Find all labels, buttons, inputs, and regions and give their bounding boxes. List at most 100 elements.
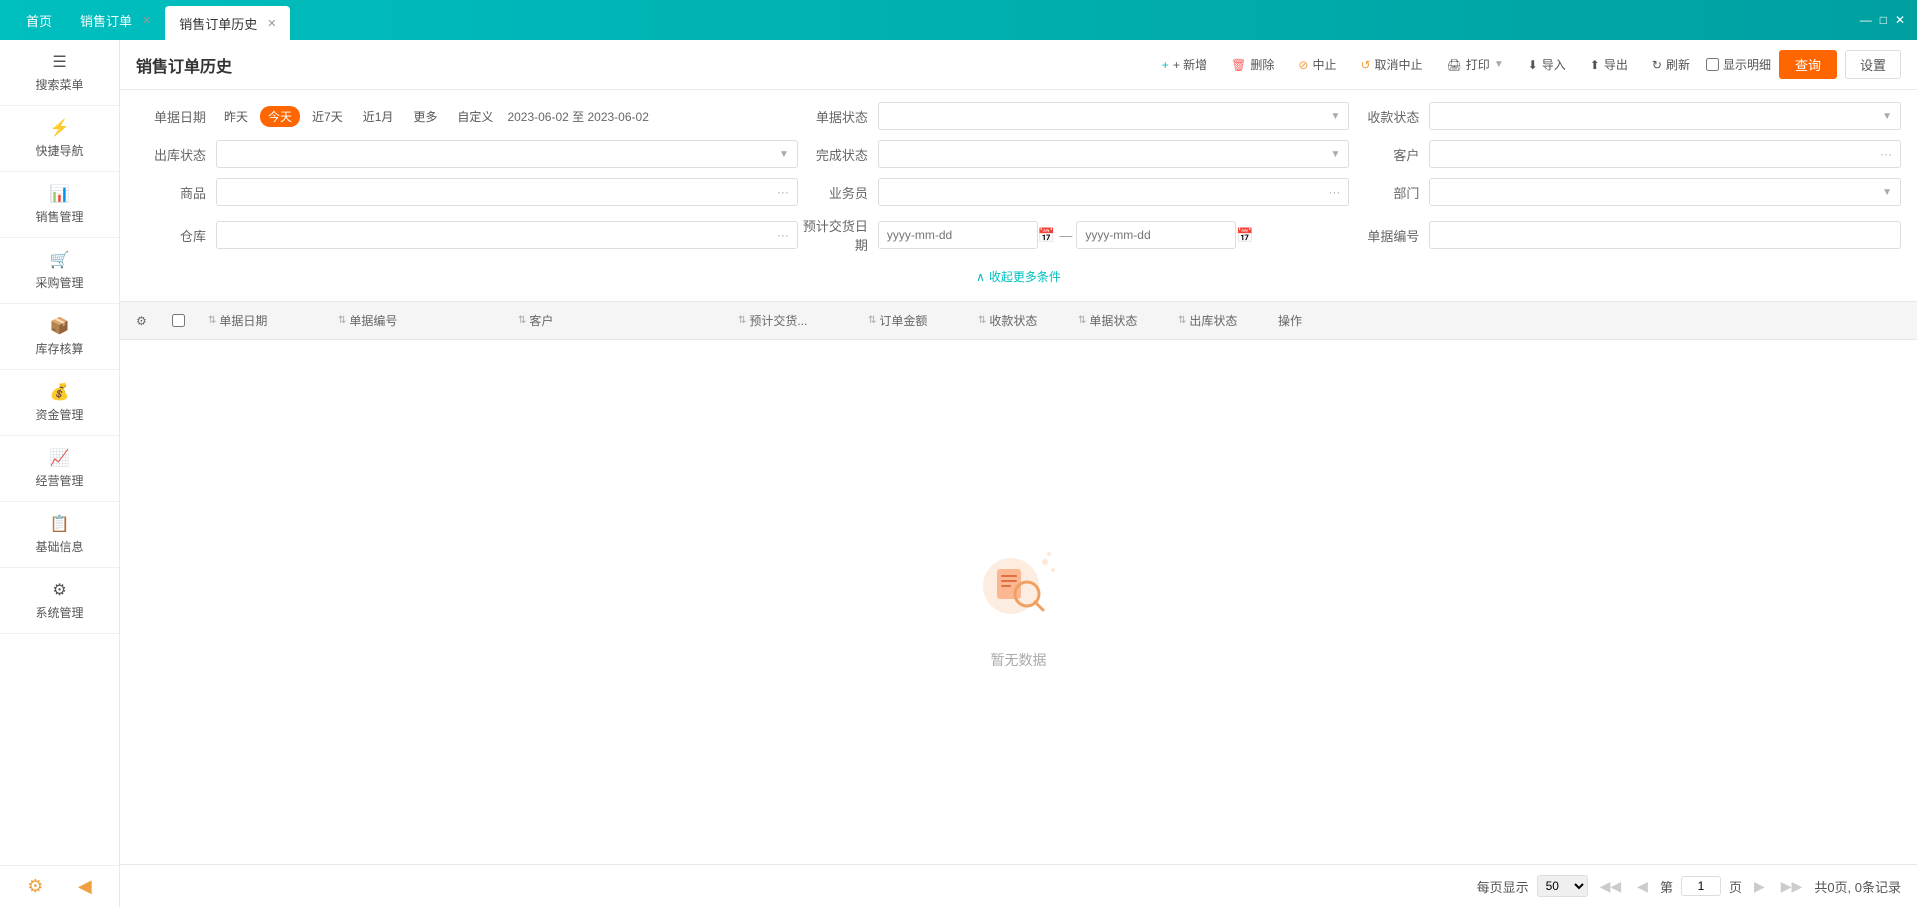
sidebar-item-operation[interactable]: 📈 经营管理	[0, 436, 119, 502]
customer-dots[interactable]: ···	[1880, 147, 1892, 161]
sidebar-item-purchase[interactable]: 🛒 采购管理	[0, 238, 119, 304]
th-delivery[interactable]: ⇅ 预计交货...	[730, 312, 860, 329]
collapse-label: 收起更多条件	[989, 268, 1061, 285]
sort-amount-icon: ⇅	[868, 315, 876, 326]
sidebar-settings-icon[interactable]: ⚙	[27, 876, 43, 897]
delivery-date-start[interactable]	[878, 221, 1038, 249]
purchase-icon: 🛒	[50, 250, 70, 270]
refresh-label: 刷新	[1666, 56, 1690, 73]
bill-number-input[interactable]	[1429, 221, 1901, 249]
page-number-input[interactable]	[1681, 876, 1721, 896]
goods-select[interactable]: ···	[216, 178, 798, 206]
search-menu-icon: ☰	[52, 52, 66, 72]
display-detail-toggle[interactable]: 显示明细	[1706, 56, 1771, 73]
th-stock-out[interactable]: ⇅ 出库状态	[1170, 312, 1270, 329]
th-date-label: 单据日期	[219, 312, 267, 329]
delete-icon: 🗑	[1231, 58, 1246, 72]
th-stock-label: 出库状态	[1189, 312, 1237, 329]
sidebar-item-quick[interactable]: ⚡ 快捷导航	[0, 106, 119, 172]
empty-text: 暂无数据	[991, 650, 1047, 670]
display-detail-checkbox[interactable]	[1706, 58, 1719, 71]
sidebar-item-system[interactable]: ⚙ 系统管理	[0, 568, 119, 634]
tab-sales-order-history-close[interactable]: ✕	[267, 17, 276, 30]
th-customer[interactable]: ⇅ 客户	[510, 312, 730, 329]
date-chips: 昨天 今天 近7天 近1月 更多 自定义	[216, 106, 501, 127]
date-chip-more[interactable]: 更多	[405, 106, 445, 127]
collapse-button[interactable]: ∧ 收起更多条件	[136, 264, 1901, 289]
stop-button[interactable]: ⊘ 中止	[1290, 52, 1344, 77]
customer-select[interactable]: ···	[1429, 140, 1901, 168]
print-label: 打印	[1466, 56, 1490, 73]
complete-select[interactable]: ▼	[878, 140, 1350, 168]
import-button[interactable]: ⬇ 导入	[1520, 52, 1574, 77]
page-header: 销售订单历史 + + 新增 🗑 删除 ⊘ 中止 ↺ 取消中止	[120, 40, 1917, 90]
refresh-button[interactable]: ↻ 刷新	[1644, 52, 1698, 77]
calendar-end-icon[interactable]: 📅	[1236, 227, 1253, 244]
select-all-checkbox[interactable]	[172, 314, 185, 327]
sidebar-item-basic[interactable]: 📋 基础信息	[0, 502, 119, 568]
last-page-button[interactable]: ▶▶	[1777, 876, 1807, 897]
refresh-icon: ↻	[1652, 58, 1662, 72]
stop-icon: ⊘	[1298, 58, 1308, 72]
department-group: 部门 ▼	[1349, 178, 1901, 206]
cancel-stop-button[interactable]: ↺ 取消中止	[1352, 52, 1430, 77]
per-page-label: 每页显示	[1477, 877, 1529, 896]
date-chip-7days[interactable]: 近7天	[304, 106, 351, 127]
calendar-start-icon[interactable]: 📅	[1038, 227, 1055, 244]
tab-sales-order-history[interactable]: 销售订单历史 ✕	[165, 6, 290, 40]
first-page-button[interactable]: ◀◀	[1596, 876, 1626, 897]
window-minimize[interactable]: —	[1860, 13, 1872, 27]
goods-dots[interactable]: ···	[777, 185, 789, 199]
department-select[interactable]: ▼	[1429, 178, 1901, 206]
sidebar-item-sales[interactable]: 📊 销售管理	[0, 172, 119, 238]
tab-sales-order-history-label: 销售订单历史	[179, 14, 257, 33]
th-amount[interactable]: ⇅ 订单金额	[860, 312, 970, 329]
next-page-button[interactable]: ▶	[1750, 876, 1769, 897]
date-chip-custom[interactable]: 自定义	[449, 106, 501, 127]
empty-illustration	[969, 534, 1069, 634]
query-button[interactable]: 查询	[1779, 50, 1837, 79]
window-close[interactable]: ✕	[1895, 13, 1905, 27]
bill-status-arrow: ▼	[1331, 111, 1341, 122]
warehouse-dots[interactable]: ···	[777, 228, 789, 242]
payment-status-select[interactable]: ▼	[1429, 102, 1901, 130]
bill-status-select[interactable]: ▼	[878, 102, 1350, 130]
page-label-suffix: 页	[1729, 877, 1742, 896]
window-maximize[interactable]: □	[1880, 13, 1887, 27]
date-chip-1month[interactable]: 近1月	[355, 106, 402, 127]
per-page-select[interactable]: 50 10 20 100	[1537, 875, 1588, 897]
th-number[interactable]: ⇅ 单据编号	[330, 312, 510, 329]
th-status[interactable]: ⇅ 单据状态	[1070, 312, 1170, 329]
sidebar-item-inventory[interactable]: 📦 库存核算	[0, 304, 119, 370]
settings-button[interactable]: 设置	[1845, 50, 1901, 79]
tab-sales-order[interactable]: 销售订单 ✕	[66, 0, 165, 40]
th-status-label: 单据状态	[1089, 312, 1137, 329]
delivery-date-end[interactable]	[1076, 221, 1236, 249]
salesperson-select[interactable]: ···	[878, 178, 1350, 206]
date-chip-today[interactable]: 今天	[260, 106, 300, 127]
new-button[interactable]: + + 新增	[1154, 52, 1215, 77]
empty-state: 暂无数据	[120, 340, 1917, 864]
sidebar-item-search[interactable]: ☰ 搜索菜单	[0, 40, 119, 106]
tab-home[interactable]: 首页	[12, 0, 66, 40]
th-payment[interactable]: ⇅ 收款状态	[970, 312, 1070, 329]
export-icon: ⬆	[1590, 58, 1600, 72]
sidebar-collapse-icon[interactable]: ◀	[78, 876, 92, 897]
tab-sales-order-close[interactable]: ✕	[142, 14, 151, 27]
th-settings[interactable]: ⚙	[128, 314, 164, 328]
prev-page-button[interactable]: ◀	[1633, 876, 1652, 897]
print-button[interactable]: 🖨 打印 ▼	[1439, 52, 1512, 77]
delete-button[interactable]: 🗑 删除	[1223, 52, 1282, 77]
date-chip-yesterday[interactable]: 昨天	[216, 106, 256, 127]
export-button[interactable]: ⬆ 导出	[1582, 52, 1636, 77]
salesperson-dots[interactable]: ···	[1328, 185, 1340, 199]
th-date[interactable]: ⇅ 单据日期	[200, 312, 330, 329]
sidebar-item-sales-label: 销售管理	[35, 208, 83, 225]
stock-out-select[interactable]: ▼	[216, 140, 798, 168]
sidebar-bottom: ⚙ ◀	[0, 865, 119, 907]
sidebar-item-finance[interactable]: 💰 资金管理	[0, 370, 119, 436]
warehouse-select[interactable]: ···	[216, 221, 798, 249]
sidebar-item-search-label: 搜索菜单	[35, 76, 83, 93]
department-arrow: ▼	[1882, 187, 1892, 198]
settings-gear-icon[interactable]: ⚙	[136, 314, 147, 328]
